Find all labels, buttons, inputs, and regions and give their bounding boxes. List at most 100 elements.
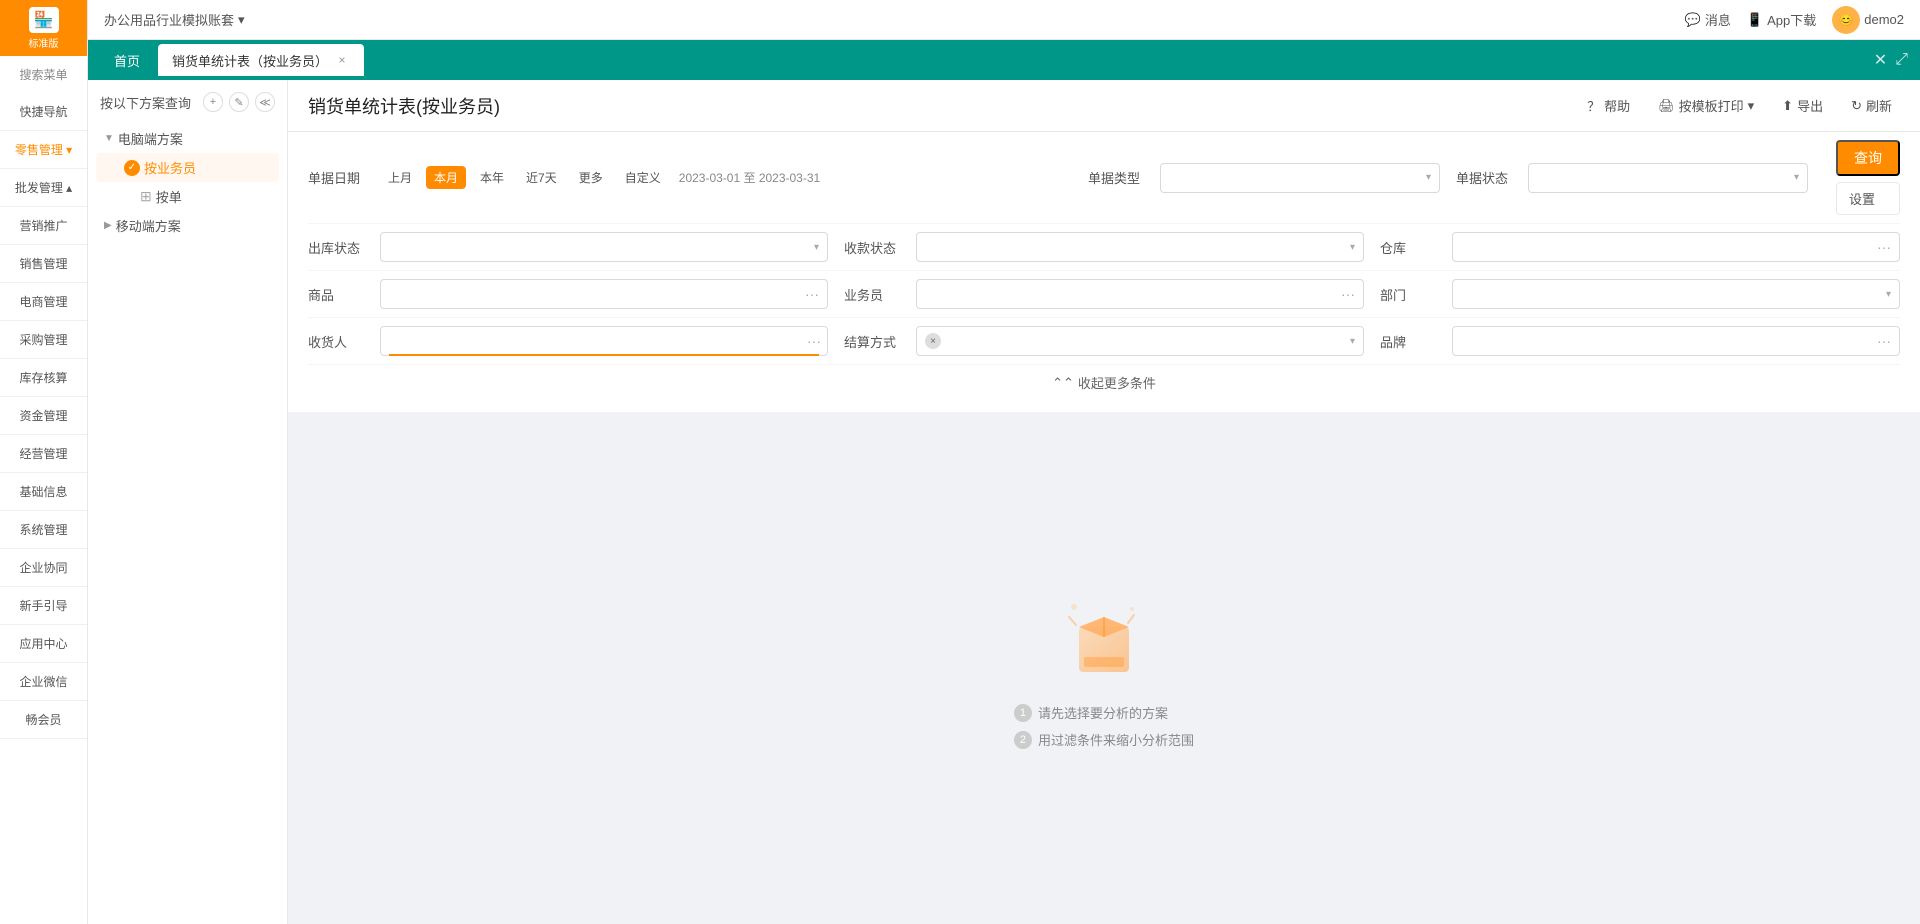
sidebar-search-item[interactable]: 搜索菜单 — [0, 56, 87, 93]
desktop-scheme-toggle[interactable]: ▼ 电脑端方案 — [96, 124, 279, 153]
app-download-btn[interactable]: 📱 App下载 — [1747, 10, 1816, 29]
tabbar: 首页 销货单统计表（按业务员） × ✕ ⤢ — [88, 40, 1920, 80]
date-filter-control: 上月 本月 本年 近7天 更多 自定义 2023-03-01 至 2023-03… — [380, 166, 1072, 189]
date-this-month[interactable]: 本月 — [426, 166, 466, 189]
sidebar-item-member[interactable]: 畅会员 — [0, 701, 87, 739]
recv-status-select[interactable]: ▾ — [916, 232, 1364, 262]
consignee-select[interactable]: ··· — [380, 326, 828, 356]
app-download-label: App下载 — [1767, 10, 1816, 29]
refresh-btn[interactable]: ↻ 刷新 — [1843, 92, 1900, 119]
avatar: 😊 — [1832, 6, 1860, 34]
warehouse-label: 仓库 — [1380, 238, 1436, 257]
brand-select[interactable]: ··· — [1452, 326, 1900, 356]
sidebar-item-base[interactable]: 基础信息 — [0, 473, 87, 511]
tab-home[interactable]: 首页 — [100, 44, 154, 76]
out-status-dropdown-icon: ▾ — [814, 242, 819, 253]
empty-tip-1: 1 请先选择要分析的方案 — [1014, 703, 1194, 722]
salesman-dots-icon: ··· — [1341, 286, 1355, 302]
settings-btn[interactable]: 设置 — [1836, 182, 1900, 215]
sidebar-item-purchase[interactable]: 采购管理 — [0, 321, 87, 359]
pay-method-tag-close[interactable]: × — [925, 333, 941, 349]
date-options: 上月 本月 本年 近7天 更多 自定义 2023-03-01 至 2023-03… — [380, 166, 820, 189]
content-area: 按以下方案查询 + ✎ ≪ ▼ 电脑端方案 — [88, 80, 1920, 924]
user-menu[interactable]: 😊 demo2 — [1832, 6, 1904, 34]
consignee-input[interactable] — [389, 326, 819, 356]
sidebar-item-sales[interactable]: 销售管理 — [0, 245, 87, 283]
goods-select[interactable]: ··· — [380, 279, 828, 309]
plus-icon: + — [210, 96, 216, 108]
sidebar-item-wechat[interactable]: 企业微信 — [0, 663, 87, 701]
tab-sales-stats[interactable]: 销货单统计表（按业务员） × — [158, 44, 364, 76]
date-last-7days[interactable]: 近7天 — [518, 166, 565, 189]
collapse-panel-btn[interactable]: ≪ — [255, 92, 275, 112]
page-header: 销货单统计表(按业务员) ？ 帮助 🖨 按模板打印 ▾ ⬆ — [288, 80, 1920, 132]
sidebar-item-inventory[interactable]: 库存核算 — [0, 359, 87, 397]
sidebar-item-ecom[interactable]: 电商管理 — [0, 283, 87, 321]
sidebar-item-retail[interactable]: 零售管理 ▾ — [0, 131, 87, 169]
date-this-year[interactable]: 本年 — [472, 166, 512, 189]
sidebar-item-enterprise[interactable]: 企业协同 — [0, 549, 87, 587]
active-dot-icon: ✓ — [124, 160, 140, 176]
consignee-dots-icon: ··· — [807, 333, 821, 349]
pay-method-select[interactable]: × ▾ — [916, 326, 1364, 356]
mobile-scheme-toggle[interactable]: ▶ 移动端方案 — [96, 211, 279, 240]
sidebar-item-system[interactable]: 系统管理 — [0, 511, 87, 549]
pay-method-label: 结算方式 — [844, 332, 900, 351]
message-label: 消息 — [1705, 10, 1731, 29]
doc-type-dropdown-icon: ▾ — [1426, 172, 1431, 183]
export-btn[interactable]: ⬆ 导出 — [1774, 92, 1831, 119]
dept-select[interactable]: ▾ — [1452, 279, 1900, 309]
app-icon: 📱 — [1747, 12, 1763, 28]
scheme-by-salesman[interactable]: ✓ 按业务员 — [96, 153, 279, 182]
date-more[interactable]: 更多 — [571, 166, 611, 189]
account-dropdown[interactable]: 办公用品行业模拟账套 ▾ — [104, 10, 245, 29]
date-last-month[interactable]: 上月 — [380, 166, 420, 189]
out-status-select[interactable]: ▾ — [380, 232, 828, 262]
brand-label: 品牌 — [1380, 332, 1436, 351]
sidebar-item-newbie[interactable]: 新手引导 — [0, 587, 87, 625]
doc-type-select[interactable]: ▾ — [1160, 163, 1440, 193]
filter-row-3: 商品 ··· 业务员 ··· 部门 ▾ — [308, 271, 1900, 318]
logo-icon: 🏪 — [29, 7, 59, 33]
topbar-right: 💬 消息 📱 App下载 😊 demo2 — [1685, 6, 1904, 34]
collapse-arrow-icon: ⌃⌃ — [1052, 375, 1074, 391]
sidebar-item-ops[interactable]: 经营管理 — [0, 435, 87, 473]
sidebar-item-quicknav[interactable]: 快捷导航 — [0, 93, 87, 131]
help-icon: ？ — [1587, 96, 1600, 115]
salesman-label: 业务员 — [844, 285, 900, 304]
message-btn[interactable]: 💬 消息 — [1685, 10, 1731, 29]
panel-header-label: 按以下方案查询 — [100, 93, 191, 112]
recv-status-label: 收款状态 — [844, 238, 900, 257]
print-label: 按模板打印 — [1679, 96, 1744, 115]
sidebar-item-wholesale[interactable]: 批发管理 ▴ — [0, 169, 87, 207]
date-range-display: 2023-03-01 至 2023-03-31 — [679, 169, 820, 186]
edit-scheme-btn[interactable]: ✎ — [229, 92, 249, 112]
scheme-by-order[interactable]: ⊞ 按单 — [96, 182, 279, 211]
help-label: 帮助 — [1604, 96, 1630, 115]
tip-text-2: 用过滤条件来缩小分析范围 — [1038, 730, 1194, 749]
close-window-icon[interactable]: ✕ — [1874, 50, 1887, 70]
sidebar-item-marketing[interactable]: 营销推广 — [0, 207, 87, 245]
query-btn[interactable]: 查询 — [1836, 140, 1900, 176]
tip-text-1: 请先选择要分析的方案 — [1038, 703, 1168, 722]
warehouse-select[interactable]: ··· — [1452, 232, 1900, 262]
doc-status-select[interactable]: ▾ — [1528, 163, 1808, 193]
print-btn[interactable]: 🖨 按模板打印 ▾ — [1650, 92, 1762, 119]
help-btn[interactable]: ？ 帮助 — [1579, 92, 1638, 119]
add-scheme-btn[interactable]: + — [203, 92, 223, 112]
print-icon: 🖨 — [1658, 98, 1675, 114]
maximize-window-icon[interactable]: ⤢ — [1895, 51, 1908, 69]
right-panel: 销货单统计表(按业务员) ？ 帮助 🖨 按模板打印 ▾ ⬆ — [288, 80, 1920, 924]
app-logo[interactable]: 🏪 标准版 — [0, 0, 88, 56]
collapse-label: 收起更多条件 — [1078, 373, 1156, 392]
sidebar-item-finance[interactable]: 资金管理 — [0, 397, 87, 435]
sidebar-item-appcenter[interactable]: 应用中心 — [0, 625, 87, 663]
left-panel: 按以下方案查询 + ✎ ≪ ▼ 电脑端方案 — [88, 80, 288, 924]
collapse-filter-btn[interactable]: ⌃⌃ 收起更多条件 — [308, 365, 1900, 400]
sub-icon: ⊞ — [140, 188, 152, 205]
tab-close-icon[interactable]: × — [334, 52, 350, 68]
empty-tip-2: 2 用过滤条件来缩小分析范围 — [1014, 730, 1194, 749]
salesman-select[interactable]: ··· — [916, 279, 1364, 309]
date-custom[interactable]: 自定义 — [617, 166, 669, 189]
filter-row-1: 单据日期 上月 本月 本年 近7天 更多 自定义 2023-03-01 至 20… — [308, 132, 1900, 224]
